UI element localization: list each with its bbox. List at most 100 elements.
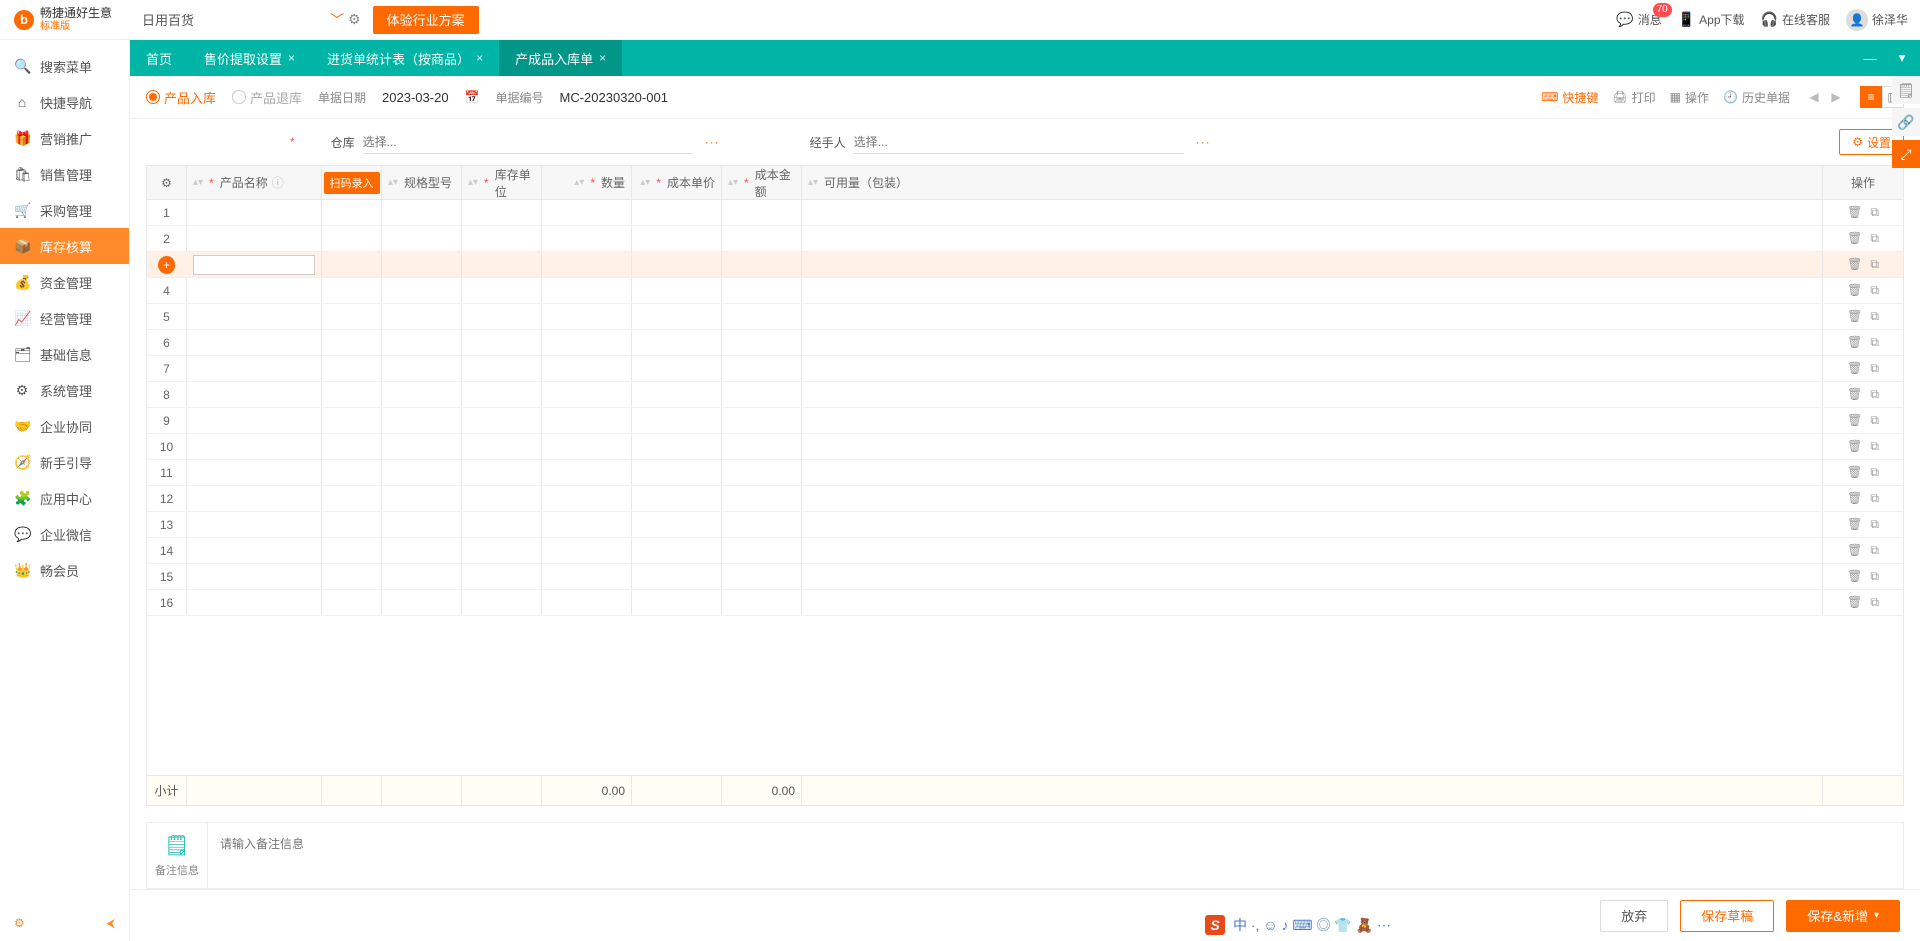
save-new-button[interactable]: 保存&新增▾ <box>1786 900 1900 932</box>
cell-price[interactable] <box>632 304 722 329</box>
cell-available[interactable] <box>802 200 1823 225</box>
handler-more[interactable]: ··· <box>1196 135 1211 149</box>
delete-icon[interactable]: 🗑 <box>1847 543 1862 558</box>
col-available[interactable]: ▴▾可用量（包装） <box>802 166 1823 199</box>
cell-available[interactable] <box>802 486 1823 511</box>
copy-icon[interactable]: ⧉ <box>1870 231 1879 246</box>
cell-available[interactable] <box>802 564 1823 589</box>
remark-input[interactable] <box>207 823 1903 888</box>
rail-expand[interactable]: ⤢ <box>1892 140 1920 168</box>
cell-name[interactable] <box>187 460 322 485</box>
cell-spec[interactable] <box>382 330 462 355</box>
cell-spec[interactable] <box>382 278 462 303</box>
cell-qty[interactable] <box>542 226 632 251</box>
cell-spec[interactable] <box>382 356 462 381</box>
cell-name[interactable] <box>187 226 322 251</box>
cell-qty[interactable] <box>542 200 632 225</box>
cell-price[interactable] <box>632 278 722 303</box>
cell-amount[interactable] <box>722 278 802 303</box>
cell-qty[interactable] <box>542 538 632 563</box>
cell-amount[interactable] <box>722 252 802 277</box>
cell-spec[interactable] <box>382 538 462 563</box>
table-row[interactable]: 7🗑⧉ <box>147 356 1903 382</box>
cell-price[interactable] <box>632 200 722 225</box>
col-spec[interactable]: ▴▾规格型号 <box>382 166 462 199</box>
collapse-icon[interactable]: ⮜ <box>106 916 115 931</box>
sidebar-item[interactable]: 💰资金管理 <box>0 264 129 300</box>
delete-icon[interactable]: 🗑 <box>1847 569 1862 584</box>
cell-name[interactable] <box>187 538 322 563</box>
sidebar-item[interactable]: 🗂基础信息 <box>0 336 129 372</box>
cell-name[interactable] <box>187 590 322 615</box>
sidebar-item[interactable]: 🛒采购管理 <box>0 192 129 228</box>
cell-unit[interactable] <box>462 512 542 537</box>
cell-qty[interactable] <box>542 590 632 615</box>
copy-icon[interactable]: ⧉ <box>1870 257 1879 272</box>
shortcut-link[interactable]: ⌨ 快捷键 <box>1541 89 1598 106</box>
table-row[interactable]: 6🗑⧉ <box>147 330 1903 356</box>
mode-out-radio[interactable]: 产品退库 <box>232 88 302 107</box>
history-link[interactable]: 🕘 历史单据 <box>1723 89 1790 106</box>
tab[interactable]: 产成品入库单× <box>499 40 622 76</box>
col-unit[interactable]: ▴▾*库存单位 <box>462 166 542 199</box>
prev-doc[interactable]: ◀ <box>1804 87 1824 107</box>
cell-unit[interactable] <box>462 538 542 563</box>
copy-icon[interactable]: ⧉ <box>1870 361 1879 376</box>
table-row[interactable]: 4🗑⧉ <box>147 278 1903 304</box>
sidebar-item[interactable]: 📦库存核算 <box>0 228 129 264</box>
cell-name[interactable] <box>187 252 322 277</box>
cell-unit[interactable] <box>462 356 542 381</box>
cell-available[interactable] <box>802 382 1823 407</box>
cell-unit[interactable] <box>462 434 542 459</box>
close-icon[interactable]: × <box>599 51 606 65</box>
copy-icon[interactable]: ⧉ <box>1870 491 1879 506</box>
copy-icon[interactable]: ⧉ <box>1870 569 1879 584</box>
copy-icon[interactable]: ⧉ <box>1870 205 1879 220</box>
calendar-icon[interactable]: 📅 <box>465 90 480 104</box>
tab[interactable]: 首页 <box>130 40 188 76</box>
cell-amount[interactable] <box>722 486 802 511</box>
sidebar-item[interactable]: 🔍搜索菜单 <box>0 48 129 84</box>
delete-icon[interactable]: 🗑 <box>1847 595 1862 610</box>
handler-input[interactable] <box>854 131 1184 154</box>
copy-icon[interactable]: ⧉ <box>1870 413 1879 428</box>
cell-spec[interactable] <box>382 304 462 329</box>
sidebar-item[interactable]: 💬企业微信 <box>0 516 129 552</box>
cell-name[interactable] <box>187 564 322 589</box>
settings-icon[interactable]: ⚙ <box>14 916 25 931</box>
cell-qty[interactable] <box>542 460 632 485</box>
cell-amount[interactable] <box>722 356 802 381</box>
col-amount[interactable]: ▴▾*成本金额 <box>722 166 802 199</box>
table-row[interactable]: +🗑⧉ <box>147 252 1903 278</box>
table-row[interactable]: 15🗑⧉ <box>147 564 1903 590</box>
support-button[interactable]: 🎧 在线客服 <box>1761 11 1830 28</box>
sidebar-item[interactable]: 🎁营销推广 <box>0 120 129 156</box>
cell-price[interactable] <box>632 512 722 537</box>
cell-name[interactable] <box>187 304 322 329</box>
scan-button[interactable]: 扫码录入 <box>324 172 380 194</box>
warehouse-input[interactable] <box>363 131 693 154</box>
cell-available[interactable] <box>802 278 1823 303</box>
delete-icon[interactable]: 🗑 <box>1847 205 1862 220</box>
cell-amount[interactable] <box>722 226 802 251</box>
cell-amount[interactable] <box>722 434 802 459</box>
col-qty[interactable]: ▴▾*数量 <box>542 166 632 199</box>
cell-unit[interactable] <box>462 278 542 303</box>
cell-qty[interactable] <box>542 408 632 433</box>
delete-icon[interactable]: 🗑 <box>1847 335 1862 350</box>
cell-unit[interactable] <box>462 382 542 407</box>
cell-price[interactable] <box>632 590 722 615</box>
copy-icon[interactable]: ⧉ <box>1870 387 1879 402</box>
cell-price[interactable] <box>632 408 722 433</box>
cell-amount[interactable] <box>722 590 802 615</box>
name-input[interactable] <box>193 255 315 275</box>
table-row[interactable]: 5🗑⧉ <box>147 304 1903 330</box>
cell-unit[interactable] <box>462 564 542 589</box>
rail-note[interactable]: 🗒 <box>1892 76 1920 104</box>
draft-button[interactable]: 保存草稿 <box>1680 900 1774 932</box>
table-row[interactable]: 12🗑⧉ <box>147 486 1903 512</box>
cell-spec[interactable] <box>382 434 462 459</box>
copy-icon[interactable]: ⧉ <box>1870 543 1879 558</box>
copy-icon[interactable]: ⧉ <box>1870 283 1879 298</box>
sidebar-item[interactable]: 🛍销售管理 <box>0 156 129 192</box>
